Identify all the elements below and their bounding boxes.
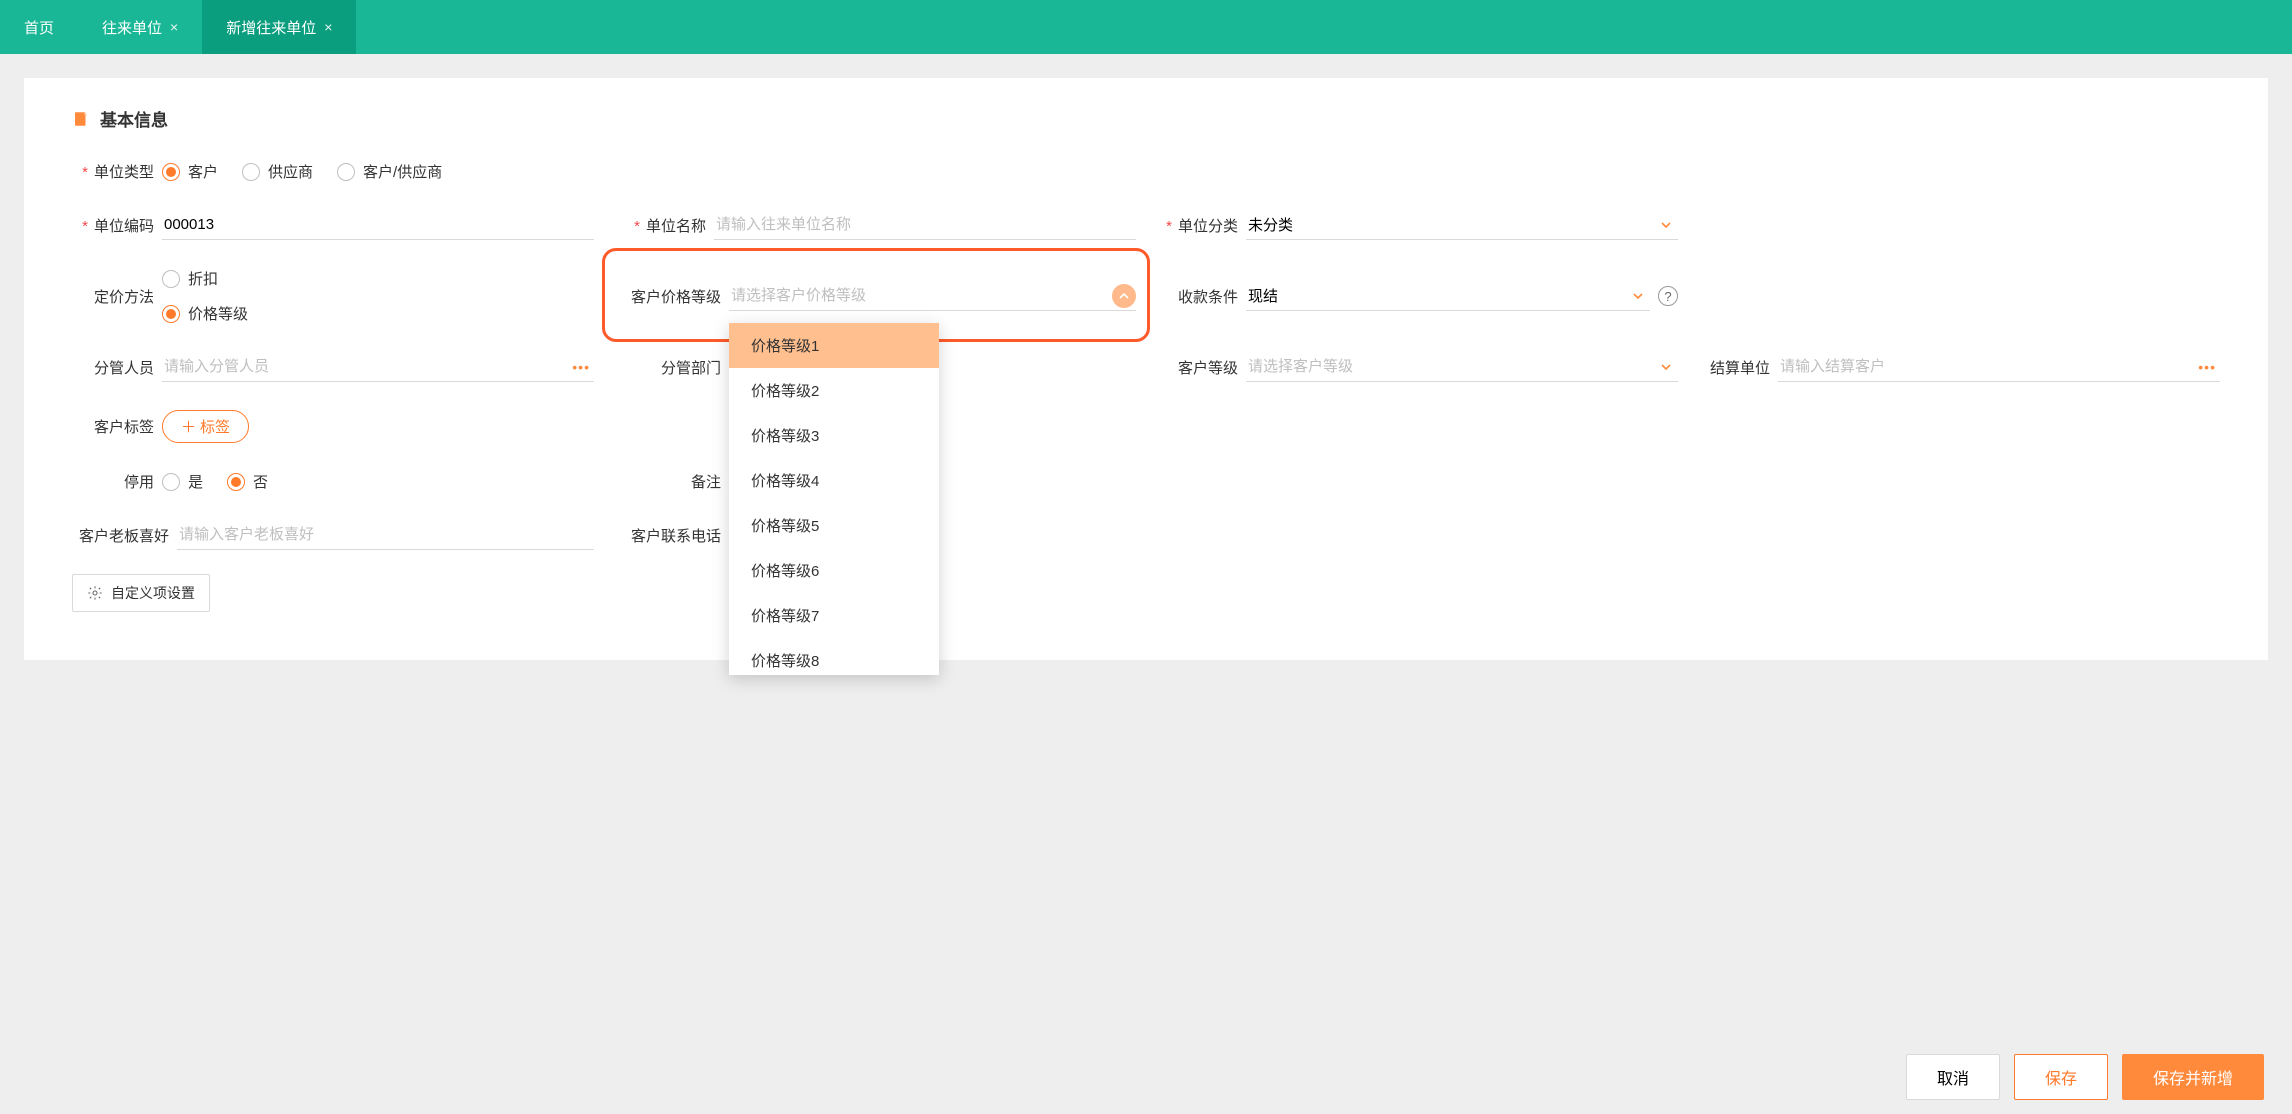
settlement-unit-input-wrap[interactable]: •••	[1778, 352, 2220, 382]
customer-price-level-select[interactable]: 价格等级1价格等级2价格等级3价格等级4价格等级5价格等级6价格等级7价格等级8	[729, 281, 1136, 311]
disabled-radio-group: 是 否	[162, 471, 268, 492]
label-unit-type: 单位类型	[72, 161, 162, 182]
cancel-button[interactable]: 取消	[1906, 1054, 2000, 1100]
radio-label: 客户/供应商	[363, 161, 442, 182]
add-tag-button[interactable]: ＋ 标签	[162, 410, 249, 443]
radio-customer[interactable]: 客户	[162, 161, 218, 182]
radio-disabled-no[interactable]: 否	[227, 471, 268, 492]
label-customer-price-level: 客户价格等级	[614, 286, 729, 307]
dropdown-item-price-level[interactable]: 价格等级1	[729, 323, 939, 368]
manager-person-input[interactable]	[162, 352, 568, 381]
dropdown-item-price-level[interactable]: 价格等级6	[729, 548, 939, 593]
radio-dot-icon	[162, 270, 180, 288]
settlement-unit-input[interactable]	[1778, 352, 2194, 381]
radio-disabled-yes[interactable]: 是	[162, 471, 203, 492]
radio-label: 客户	[188, 161, 218, 182]
chevron-down-icon	[1626, 284, 1650, 308]
custom-settings-label: 自定义项设置	[111, 583, 195, 603]
ellipsis-icon[interactable]: •••	[568, 359, 594, 375]
unit-type-radio-group: 客户 供应商 客户/供应商	[162, 161, 442, 182]
tab-label: 往来单位	[102, 17, 162, 38]
label-manager-dept: 分管部门	[614, 357, 729, 378]
radio-label: 供应商	[268, 161, 313, 182]
form-grid: 单位类型 客户 供应商 客户/供应商 单位编码	[72, 161, 2220, 550]
section-title: 基本信息	[72, 106, 2220, 131]
pricing-method-radio-group: 折扣 价格等级	[162, 268, 248, 324]
section-title-text: 基本信息	[100, 106, 168, 131]
dropdown-item-price-level[interactable]: 价格等级3	[729, 413, 939, 458]
help-icon[interactable]: ?	[1658, 286, 1678, 306]
label-payment-terms: 收款条件	[1156, 286, 1246, 307]
customer-level-input	[1246, 352, 1654, 381]
unit-category-value	[1246, 210, 1654, 239]
radio-dot-icon	[227, 473, 245, 491]
save-and-new-button[interactable]: 保存并新增	[2122, 1054, 2264, 1100]
dropdown-item-price-level[interactable]: 价格等级2	[729, 368, 939, 413]
label-boss-hobby: 客户老板喜好	[72, 525, 177, 546]
radio-label: 价格等级	[188, 303, 248, 324]
radio-label: 折扣	[188, 268, 218, 289]
unit-category-select[interactable]	[1246, 210, 1678, 240]
customer-level-select[interactable]	[1246, 352, 1678, 382]
boss-hobby-input[interactable]	[177, 520, 594, 550]
radio-supplier[interactable]: 供应商	[242, 161, 313, 182]
radio-dot-icon	[162, 473, 180, 491]
tab-home[interactable]: 首页	[0, 0, 78, 54]
label-pricing-method: 定价方法	[72, 286, 162, 307]
radio-price-level[interactable]: 价格等级	[162, 303, 248, 324]
dropdown-item-price-level[interactable]: 价格等级5	[729, 503, 939, 548]
label-disabled: 停用	[72, 471, 162, 492]
label-customer-tag: 客户标签	[72, 416, 162, 437]
unit-name-input[interactable]	[714, 210, 1136, 240]
radio-dot-icon	[162, 163, 180, 181]
payment-terms-select[interactable]	[1246, 281, 1650, 311]
close-icon[interactable]: ×	[324, 19, 332, 35]
radio-dot-icon	[337, 163, 355, 181]
label-unit-code: 单位编码	[72, 215, 162, 236]
label-customer-level: 客户等级	[1156, 357, 1246, 378]
top-tabbar: 首页 往来单位 × 新增往来单位 ×	[0, 0, 2292, 54]
tab-add-contact[interactable]: 新增往来单位 ×	[202, 0, 356, 54]
ellipsis-icon[interactable]: •••	[2194, 359, 2220, 375]
unit-code-input[interactable]	[162, 210, 594, 240]
chevron-up-icon	[1112, 284, 1136, 308]
close-icon[interactable]: ×	[170, 19, 178, 35]
form-icon	[72, 110, 90, 128]
radio-label: 是	[188, 471, 203, 492]
radio-dot-icon	[242, 163, 260, 181]
footer-actions: 取消 保存 保存并新增	[1878, 1040, 2292, 1114]
customer-price-level-input[interactable]	[729, 281, 1112, 310]
custom-settings-button[interactable]: 自定义项设置	[72, 574, 210, 612]
save-button[interactable]: 保存	[2014, 1054, 2108, 1100]
price-level-dropdown: 价格等级1价格等级2价格等级3价格等级4价格等级5价格等级6价格等级7价格等级8	[729, 323, 939, 675]
gear-icon	[87, 585, 103, 601]
label-manager-person: 分管人员	[72, 357, 162, 378]
chevron-down-icon	[1654, 355, 1678, 379]
payment-terms-value	[1246, 281, 1626, 310]
tab-contacts[interactable]: 往来单位 ×	[78, 0, 202, 54]
dropdown-item-price-level[interactable]: 价格等级4	[729, 458, 939, 503]
label-remarks: 备注	[614, 471, 729, 492]
page-content: 基本信息 单位类型 客户 供应商 客户/供应商	[24, 78, 2268, 660]
chevron-down-icon	[1654, 213, 1678, 237]
tag-btn-label: 标签	[200, 416, 230, 437]
label-customer-phone: 客户联系电话	[614, 525, 729, 546]
radio-customer-supplier[interactable]: 客户/供应商	[337, 161, 442, 182]
radio-label: 否	[253, 471, 268, 492]
label-unit-category: 单位分类	[1156, 215, 1246, 236]
plus-icon: ＋	[181, 416, 196, 437]
tab-label: 首页	[24, 17, 54, 38]
dropdown-item-price-level[interactable]: 价格等级8	[729, 638, 939, 675]
manager-person-input-wrap[interactable]: •••	[162, 352, 594, 382]
tab-label: 新增往来单位	[226, 17, 316, 38]
radio-dot-icon	[162, 305, 180, 323]
dropdown-item-price-level[interactable]: 价格等级7	[729, 593, 939, 638]
label-settlement-unit: 结算单位	[1698, 357, 1778, 378]
radio-discount[interactable]: 折扣	[162, 268, 218, 289]
label-unit-name: 单位名称	[614, 215, 714, 236]
